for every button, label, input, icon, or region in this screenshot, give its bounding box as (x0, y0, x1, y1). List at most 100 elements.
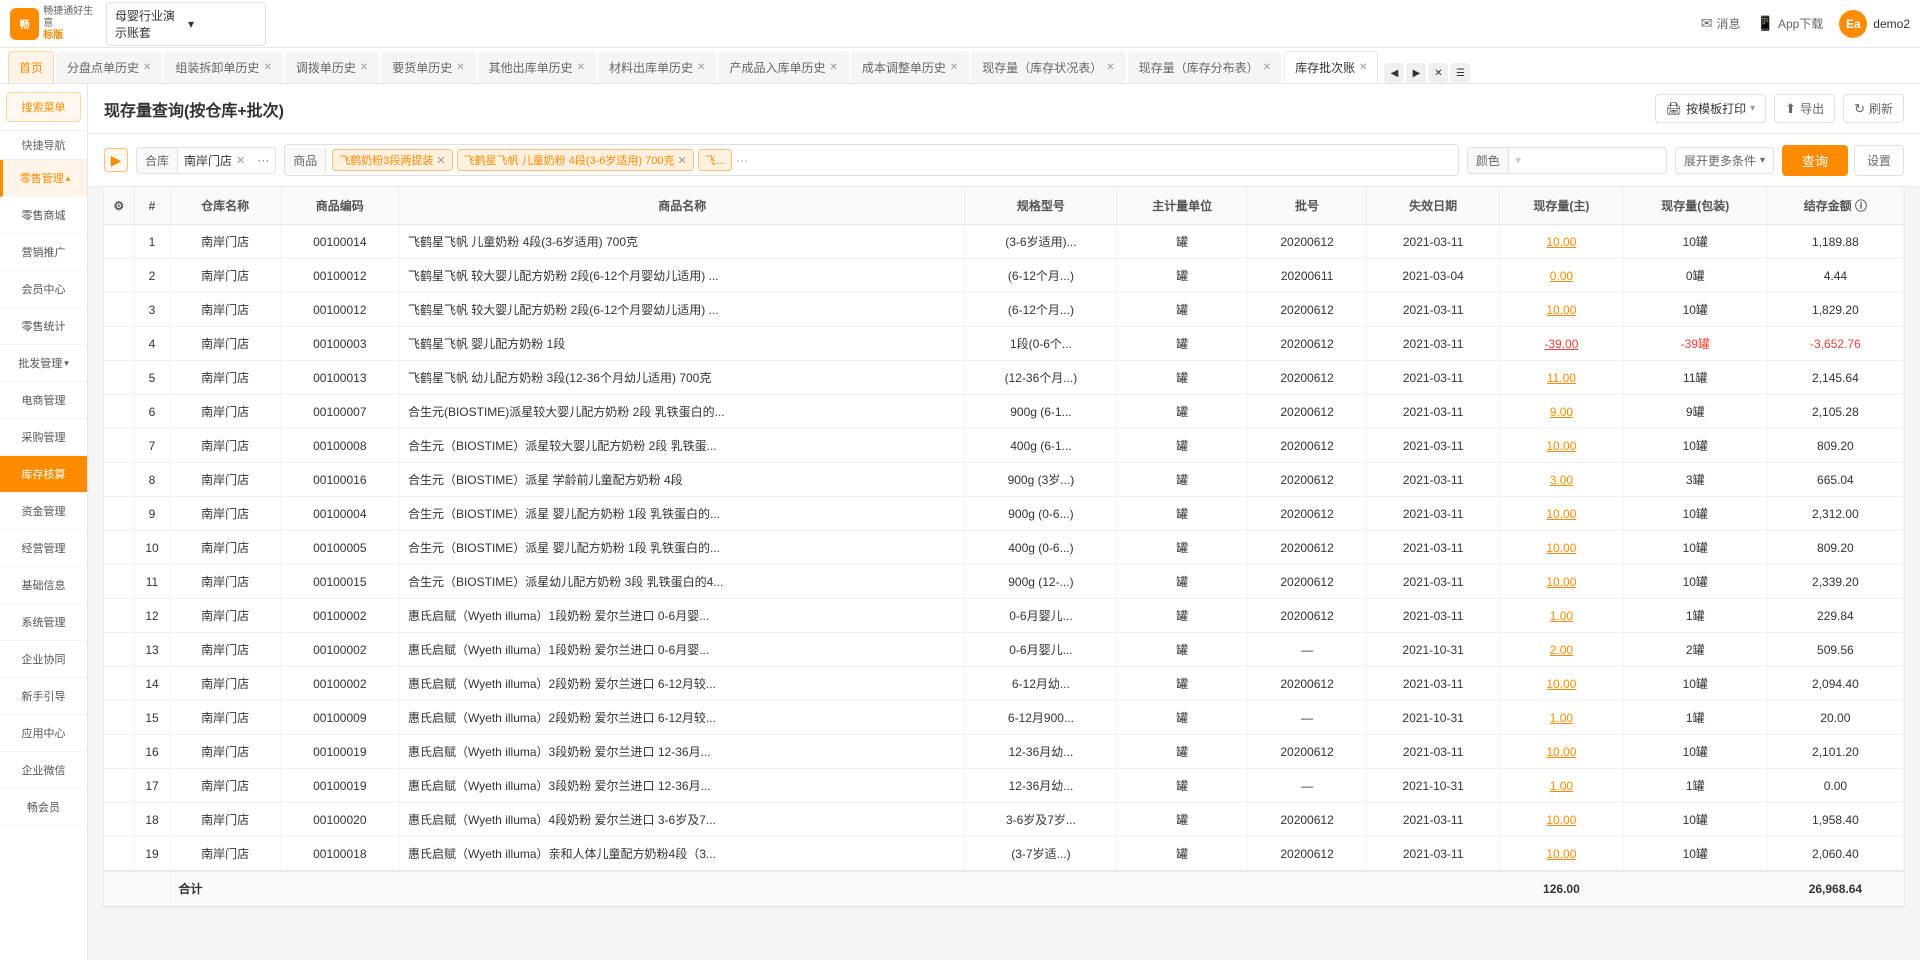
product-tag-close-1[interactable]: ✕ (677, 154, 686, 167)
product-tag-0[interactable]: 飞鹤奶粉3段两提装 ✕ (332, 149, 452, 171)
table-row: 14 南岸门店 00100002 惠氏启赋（Wyeth illuma）2段奶粉 … (104, 667, 1904, 701)
sidebar-item-basic[interactable]: 基础信息 (0, 567, 87, 604)
user-area[interactable]: Ea demo2 (1839, 10, 1910, 38)
sidebar-item-retail-stats[interactable]: 零售统计 (0, 308, 87, 345)
tab-xcl-kczk[interactable]: 现存量（库存状况表） ✕ (971, 51, 1125, 83)
tab-close-all-btn[interactable]: ✕ (1428, 63, 1448, 83)
table-row: 6 南岸门店 00100007 合生元(BIOSTIME)派星较大婴儿配方奶粉 … (104, 395, 1904, 429)
table-row: 12 南岸门店 00100002 惠氏启赋（Wyeth illuma）1段奶粉 … (104, 599, 1904, 633)
footer-label: 合计 (170, 871, 280, 906)
table-area: ⚙ # 仓库名称 商品编码 商品名称 规格型号 主计量单位 批号 失效日期 现存… (88, 187, 1920, 960)
filter-row: ▶ 合库 南岸门店 ✕ ··· 商品 飞鹤奶粉3段两提装 ✕ (104, 144, 1904, 176)
product-tag-2[interactable]: 飞... (698, 149, 732, 171)
sidebar-item-retail[interactable]: 零售管理 ▴ (0, 160, 87, 197)
tab-close-1[interactable]: ✕ (143, 62, 151, 73)
refresh-btn[interactable]: ↻ 刷新 (1843, 94, 1904, 123)
tab-zuzhangchaijian[interactable]: 组装拆卸单历史 ✕ (164, 51, 282, 83)
tab-home[interactable]: 首页 (8, 51, 54, 83)
col-code: 商品编码 (280, 187, 399, 225)
col-qty-main: 现存量(主) (1500, 187, 1624, 225)
tab-cailiaochuku[interactable]: 材料出库单历史 ✕ (598, 51, 716, 83)
sidebar-item-vip[interactable]: 畅会员 (0, 789, 87, 826)
col-no: # (134, 187, 170, 225)
tab-close-6[interactable]: ✕ (697, 62, 705, 73)
app-download-btn[interactable]: 📱 App下载 (1757, 15, 1824, 32)
warehouse-filter-close[interactable]: ✕ (236, 154, 245, 167)
expand-more-btn[interactable]: 展开更多条件 ▾ (1675, 147, 1774, 174)
sidebar-item-purchase[interactable]: 采购管理 (0, 419, 87, 456)
tab-close-2[interactable]: ✕ (263, 62, 271, 73)
tab-qitachuku[interactable]: 其他出库单历史 ✕ (478, 51, 596, 83)
sidebar-item-marketing[interactable]: 营销推广 (0, 234, 87, 271)
tab-fenpandian[interactable]: 分盘点单历史 ✕ (56, 51, 162, 83)
tab-diaobodanls[interactable]: 调拨单历史 ✕ (285, 51, 379, 83)
tab-chengbentiaoz[interactable]: 成本调整单历史 ✕ (851, 51, 969, 83)
sidebar-item-enterprise[interactable]: 企业协同 (0, 641, 87, 678)
tab-menu-btn[interactable]: ☰ (1450, 63, 1470, 83)
col-batch: 批号 (1247, 187, 1366, 225)
warehouse-filter-more[interactable]: ··· (251, 149, 275, 171)
tab-bar: 首页 分盘点单历史 ✕ 组装拆卸单历史 ✕ 调拨单历史 ✕ 要货单历史 ✕ 其他… (0, 48, 1920, 84)
sidebar-search-btn[interactable]: 搜索菜单 (6, 92, 81, 122)
tab-close-5[interactable]: ✕ (577, 62, 585, 73)
sidebar-item-guide[interactable]: 新手引导 (0, 678, 87, 715)
table-row: 18 南岸门店 00100020 惠氏启赋（Wyeth illuma）4段奶粉 … (104, 803, 1904, 837)
tab-close-9[interactable]: ✕ (1106, 62, 1114, 73)
top-right-area: ✉ 消息 📱 App下载 Ea demo2 (1701, 10, 1910, 38)
export-btn[interactable]: ⬆ 导出 (1774, 94, 1835, 123)
tab-close-10[interactable]: ✕ (1263, 62, 1271, 73)
tab-kc-piliang[interactable]: 库存批次账 ✕ (1284, 51, 1378, 83)
product-tag-close-0[interactable]: ✕ (436, 154, 445, 167)
message-btn[interactable]: ✉ 消息 (1701, 15, 1741, 32)
tab-chanchengrunelement[interactable]: 产成品入库单历史 ✕ (718, 51, 848, 83)
table-row: 10 南岸门店 00100005 合生元（BIOSTIME）派星 婴儿配方奶粉 … (104, 531, 1904, 565)
warehouse-filter[interactable]: 合库 南岸门店 ✕ ··· (136, 147, 276, 174)
table-row: 19 南岸门店 00100018 惠氏启赋（Wyeth illuma）亲和人体儿… (104, 837, 1904, 872)
tab-close-7[interactable]: ✕ (829, 62, 837, 73)
tab-close-4[interactable]: ✕ (456, 62, 464, 73)
sidebar-item-member[interactable]: 会员中心 (0, 271, 87, 308)
settings-btn[interactable]: 设置 (1854, 145, 1904, 176)
filter-expand-btn[interactable]: ▶ (104, 148, 128, 172)
color-filter[interactable]: 颜色 ▾ (1467, 147, 1667, 174)
col-amount: 结存金额 ⓘ (1767, 187, 1903, 225)
tab-close-3[interactable]: ✕ (360, 62, 368, 73)
sidebar-item-wholesale[interactable]: 批发管理 ▾ (0, 345, 87, 382)
avatar: Ea (1839, 10, 1867, 38)
sidebar-item-finance[interactable]: 资金管理 (0, 493, 87, 530)
product-filter[interactable]: 商品 飞鹤奶粉3段两提装 ✕ 飞鹤星飞帆 儿童奶粉 4段(3-6岁适用) 700… (284, 144, 1459, 176)
page-title-row: 现存量查询(按仓库+批次) 🖨 按模板打印 ▾ ⬆ 导出 ↻ 刷新 (104, 94, 1904, 123)
sidebar-item-system[interactable]: 系统管理 (0, 604, 87, 641)
sidebar-item-wechat[interactable]: 企业微信 (0, 752, 87, 789)
logo-text: 畅捷通好生意 标版 (43, 6, 98, 42)
product-tag-1[interactable]: 飞鹤星飞帆 儿童奶粉 4段(3-6岁适用) 700克 ✕ (457, 149, 694, 171)
tab-close-11[interactable]: ✕ (1359, 62, 1367, 73)
tab-close-8[interactable]: ✕ (950, 62, 958, 73)
product-filter-tags: 飞鹤奶粉3段两提装 ✕ 飞鹤星飞帆 儿童奶粉 4段(3-6岁适用) 700克 ✕… (326, 145, 1458, 175)
sidebar-item-inventory[interactable]: 库存核算 (0, 456, 87, 493)
table-row: 1 南岸门店 00100014 飞鹤星飞帆 儿童奶粉 4段(3-6岁适用) 70… (104, 225, 1904, 259)
workspace-selector[interactable]: 母婴行业演示账套 ▾ (106, 2, 266, 46)
sidebar-shortcut-btn[interactable]: 快捷导航 (0, 131, 87, 160)
sidebar-item-operations[interactable]: 经营管理 (0, 530, 87, 567)
table-row: 3 南岸门店 00100012 飞鹤星飞帆 较大婴儿配方奶粉 2段(6-12个月… (104, 293, 1904, 327)
table-footer-row: 合计 126.00 26,968.64 (104, 871, 1904, 906)
sidebar-item-retail-shop[interactable]: 零售商城 (0, 197, 87, 234)
search-btn[interactable]: 查询 (1782, 145, 1848, 176)
sidebar-item-apps[interactable]: 应用中心 (0, 715, 87, 752)
col-settings[interactable]: ⚙ (104, 187, 134, 225)
tab-yaohuo[interactable]: 要货单历史 ✕ (381, 51, 475, 83)
filter-actions: 查询 设置 (1782, 145, 1904, 176)
table-row: 8 南岸门店 00100016 合生元（BIOSTIME）派星 学龄前儿童配方奶… (104, 463, 1904, 497)
table-row: 9 南岸门店 00100004 合生元（BIOSTIME）派星 婴儿配方奶粉 1… (104, 497, 1904, 531)
inventory-table: ⚙ # 仓库名称 商品编码 商品名称 规格型号 主计量单位 批号 失效日期 现存… (104, 187, 1904, 906)
table-row: 17 南岸门店 00100019 惠氏启赋（Wyeth illuma）3段奶粉 … (104, 769, 1904, 803)
table-row: 11 南岸门店 00100015 合生元（BIOSTIME）派星幼儿配方奶粉 3… (104, 565, 1904, 599)
tab-next-btn[interactable]: ▶ (1406, 63, 1426, 83)
page-actions: 🖨 按模板打印 ▾ ⬆ 导出 ↻ 刷新 (1655, 94, 1904, 123)
tab-prev-btn[interactable]: ◀ (1384, 63, 1404, 83)
logo-icon: 畅 (10, 8, 39, 40)
sidebar-item-ecommerce[interactable]: 电商管理 (0, 382, 87, 419)
template-print-btn[interactable]: 🖨 按模板打印 ▾ (1655, 94, 1767, 123)
tab-xcl-kcfb[interactable]: 现存量（库存分布表） ✕ (1128, 51, 1282, 83)
